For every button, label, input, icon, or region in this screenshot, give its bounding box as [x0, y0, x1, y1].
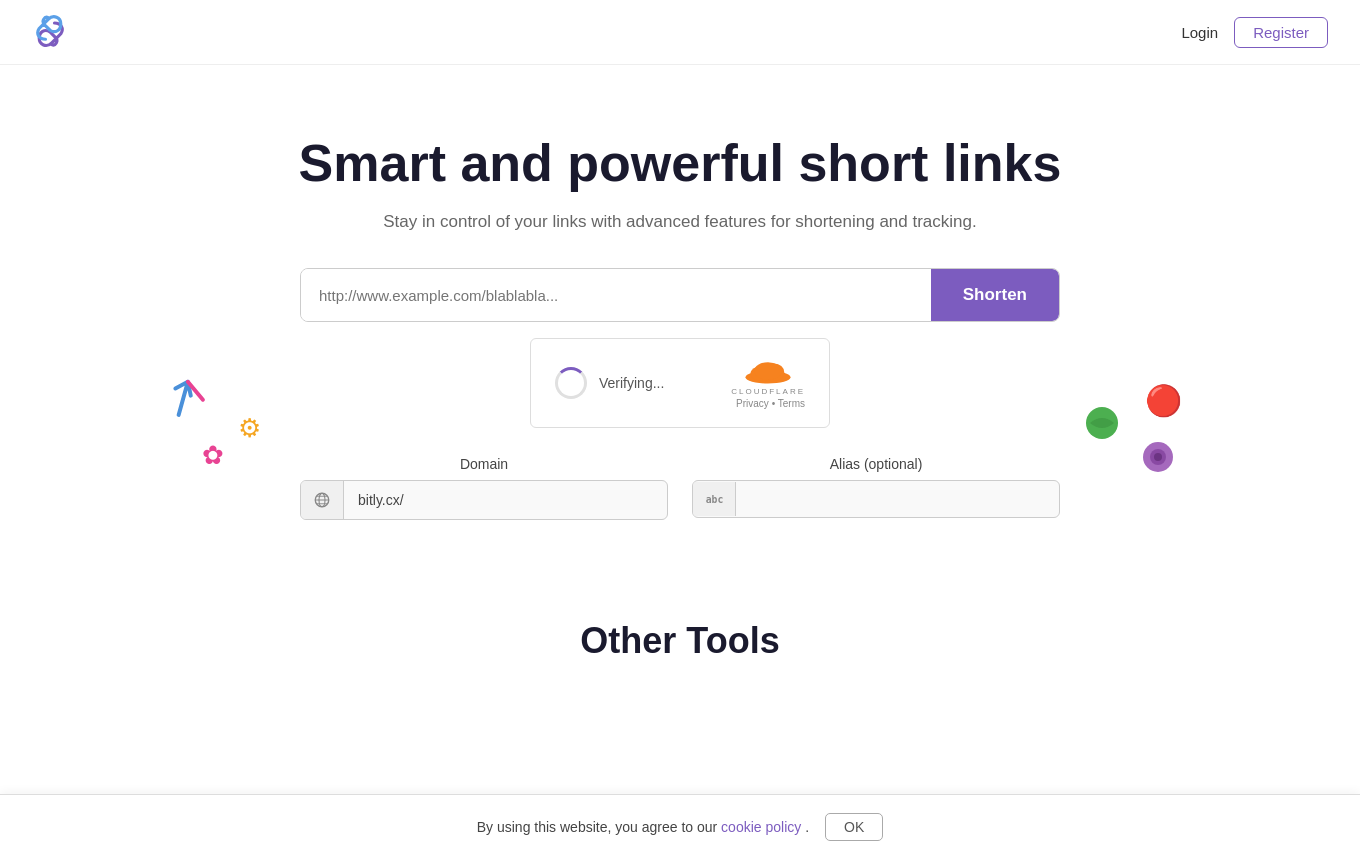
domain-input-wrapper	[300, 480, 668, 520]
cf-right: CLOUDFLARE Privacy • Terms	[731, 357, 805, 409]
svg-point-1	[1143, 442, 1173, 472]
cookie-banner: By using this website, you agree to our …	[0, 794, 1360, 859]
deco-rocket-icon: 🔴	[1145, 383, 1182, 418]
cookie-text: By using this website, you agree to our …	[477, 819, 809, 835]
alias-label: Alias (optional)	[692, 456, 1060, 472]
hero-title: Smart and powerful short links	[20, 135, 1340, 192]
cf-privacy-link[interactable]: Privacy	[736, 398, 769, 409]
url-input-row: Shorten	[300, 268, 1060, 322]
alias-input[interactable]	[736, 481, 1059, 517]
logo[interactable]	[32, 14, 68, 50]
deco-arrow-icon	[159, 369, 215, 425]
nav-actions: Login Register	[1181, 17, 1328, 48]
deco-ball-icon	[1084, 405, 1120, 441]
cookie-ok-button[interactable]: OK	[825, 813, 883, 841]
hero-section: ⚙ ✿ 🔴 Smart and powerful short links Sta…	[0, 65, 1360, 560]
cf-logo: CLOUDFLARE	[731, 357, 805, 396]
cf-terms-link[interactable]: Terms	[778, 398, 805, 409]
hero-subtitle: Stay in control of your links with advan…	[20, 212, 1340, 232]
cf-verifying-text: Verifying...	[599, 375, 664, 391]
cf-spinner	[555, 367, 587, 399]
domain-label: Domain	[300, 456, 668, 472]
abc-icon: abc	[705, 492, 723, 506]
cookie-text-after: .	[805, 819, 809, 835]
url-input[interactable]	[301, 269, 931, 321]
url-form: Shorten Verifying... CLOUDFLARE	[300, 268, 1060, 520]
cf-cloud-icon	[743, 357, 793, 385]
svg-text:abc: abc	[706, 494, 723, 505]
svg-point-3	[1154, 453, 1162, 461]
cookie-policy-link[interactable]: cookie policy	[721, 819, 801, 835]
deco-star-icon	[1141, 440, 1175, 474]
register-button[interactable]: Register	[1234, 17, 1328, 48]
logo-icon	[32, 14, 68, 50]
cf-brand-text: CLOUDFLARE	[731, 387, 805, 396]
alias-input-wrapper: abc	[692, 480, 1060, 518]
cf-links: Privacy • Terms	[736, 398, 805, 409]
domain-group: Domain	[300, 456, 668, 520]
shorten-button[interactable]: Shorten	[931, 269, 1059, 321]
login-button[interactable]: Login	[1181, 24, 1218, 41]
other-tools-section: Other Tools	[0, 560, 1360, 682]
cookie-text-before: By using this website, you agree to our	[477, 819, 717, 835]
navbar: Login Register	[0, 0, 1360, 65]
form-row: Domain Alias (optional)	[300, 456, 1060, 520]
other-tools-title: Other Tools	[20, 620, 1340, 662]
cloudflare-verify-box: Verifying... CLOUDFLARE Privacy • Terms	[530, 338, 830, 428]
deco-flower-icon: ✿	[202, 440, 224, 471]
globe-icon	[313, 491, 331, 509]
domain-icon-box	[301, 481, 344, 519]
cf-left: Verifying...	[555, 367, 664, 399]
svg-point-7	[754, 362, 782, 380]
deco-gear-icon: ⚙	[238, 413, 261, 444]
svg-point-2	[1150, 449, 1166, 465]
domain-input[interactable]	[344, 482, 667, 518]
alias-icon-box: abc	[693, 482, 736, 516]
alias-group: Alias (optional) abc	[692, 456, 1060, 520]
svg-point-0	[1086, 407, 1118, 439]
